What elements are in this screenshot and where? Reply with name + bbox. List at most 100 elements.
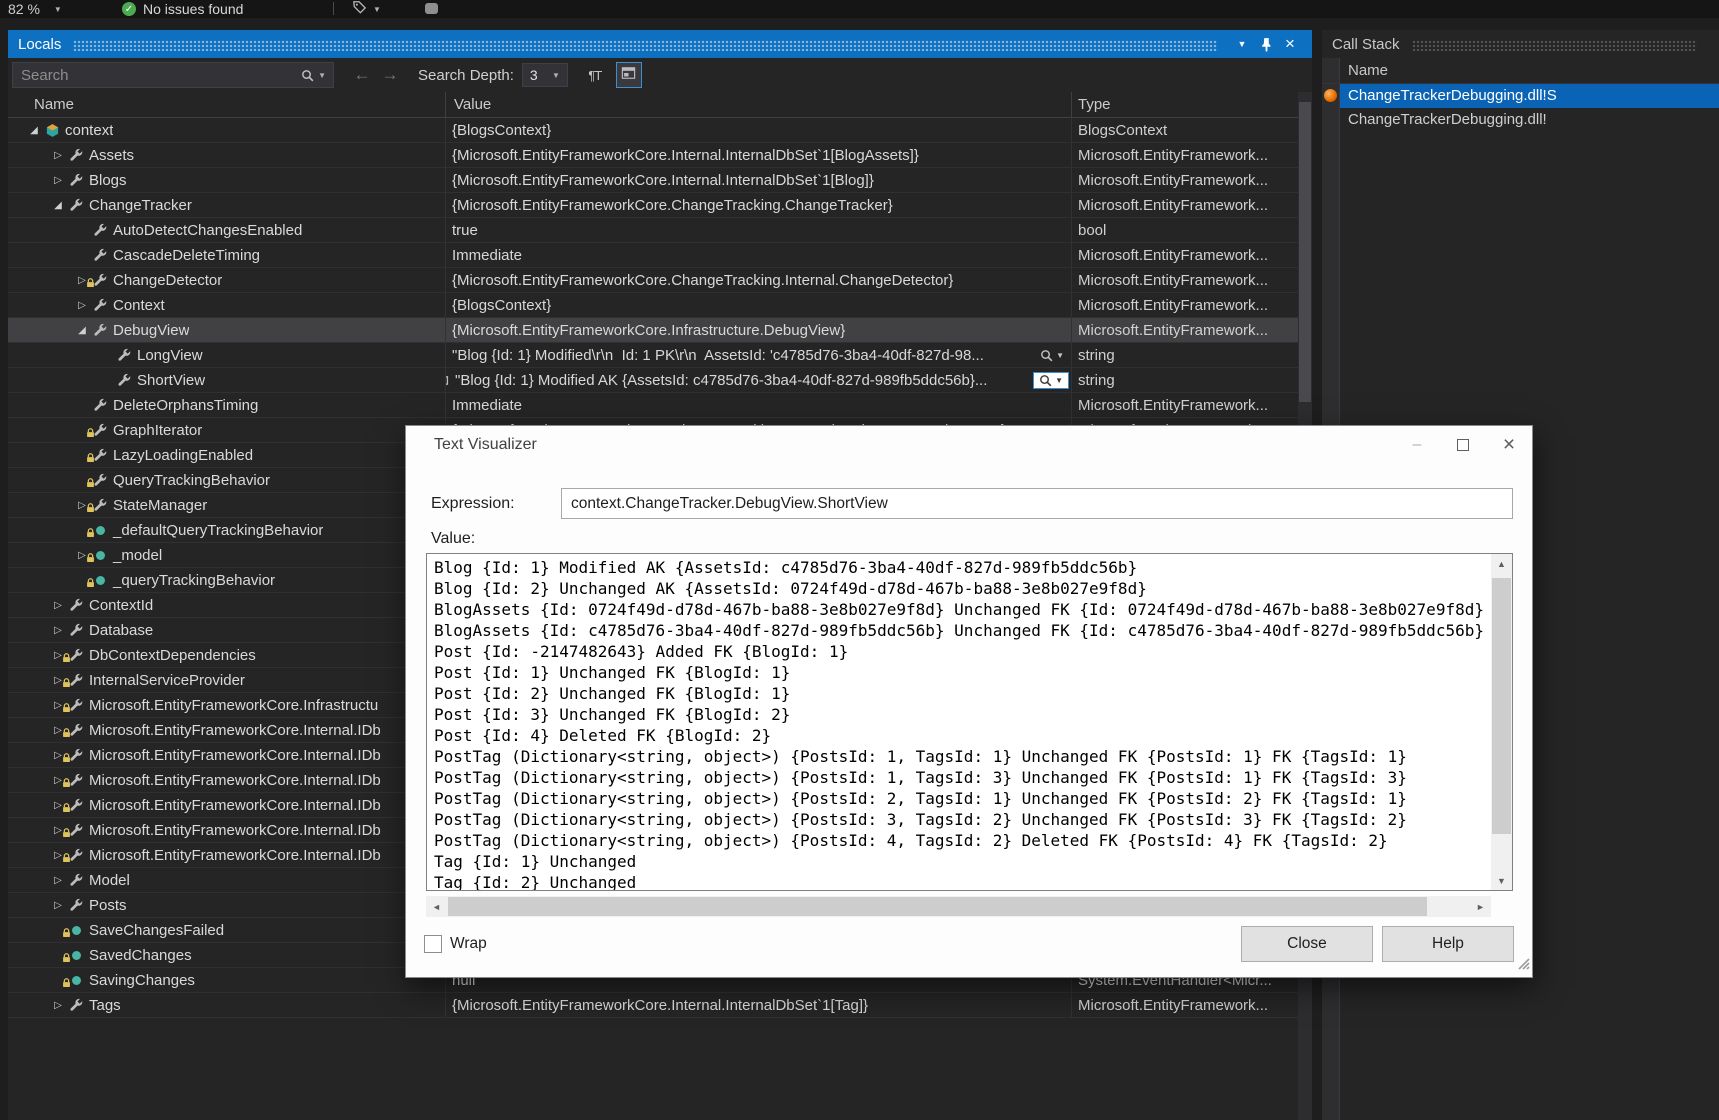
expand-arrow-icon[interactable]: ▷ [50,625,66,636]
expand-arrow-icon[interactable]: ▷ [50,175,66,186]
expand-arrow-icon[interactable]: ▷ [50,150,66,161]
zoom-level-value: 82 % [8,1,40,17]
maximize-button[interactable] [1440,426,1486,463]
callstack-column-header[interactable]: Name [1322,58,1719,84]
dialog-title-bar[interactable]: Text Visualizer [406,426,1532,464]
name-cell: SaveChangesFailed [8,918,446,942]
chevron-down-icon[interactable]: ▼ [1056,351,1064,360]
horizontal-scrollbar[interactable]: ◄ ► [426,896,1491,917]
expand-arrow-icon[interactable]: ▷ [50,1000,66,1011]
variable-type: string [1072,343,1298,367]
expand-arrow-icon[interactable]: ▷ [50,600,66,611]
text-visualizer-button[interactable]: ▼ [1035,348,1069,363]
issues-status[interactable]: ✓ No issues found [122,0,243,18]
locals-row[interactable]: ▷Assets{Microsoft.EntityFrameworkCore.In… [8,143,1298,168]
close-button[interactable]: × [1486,426,1532,463]
resize-grip[interactable] [1516,956,1530,975]
expand-arrow-icon[interactable]: ▷ [74,300,90,311]
visualizer-line: Post {Id: 1} Unchanged FK {BlogId: 1} [434,662,1491,683]
zoom-level-combo[interactable]: 82 % ▼ [8,0,62,18]
expand-arrow-icon[interactable]: ▷ [50,875,66,886]
variable-name: DebugView [110,322,189,339]
search-back-button[interactable]: ← [352,65,372,85]
scroll-left-arrow-icon[interactable]: ◄ [426,896,447,917]
variable-value: {Microsoft.EntityFrameworkCore.ChangeTra… [452,272,953,289]
property-wrench-icon [66,198,86,212]
value-cell: Immediate [446,243,1072,267]
locals-row[interactable]: ◢DebugView{Microsoft.EntityFrameworkCore… [8,318,1298,343]
chevron-down-icon[interactable]: ▼ [1055,376,1063,385]
variable-name: Microsoft.EntityFrameworkCore.Infrastruc… [86,697,378,714]
scrollbar-thumb[interactable] [448,897,1427,916]
tag-filter-button[interactable]: ▼ [352,0,381,18]
wrap-checkbox[interactable] [424,935,442,953]
locals-row[interactable]: ▷Tags{Microsoft.EntityFrameworkCore.Inte… [8,993,1298,1018]
locals-row[interactable]: ◢context{BlogsContext}BlogsContext [8,118,1298,143]
expression-label: Expression: [431,495,515,513]
locals-row[interactable]: ▷ChangeDetector{Microsoft.EntityFramewor… [8,268,1298,293]
locals-row[interactable]: ◢ChangeTracker{Microsoft.EntityFramework… [8,193,1298,218]
name-cell: ▷Context [8,293,446,317]
name-cell: ▷ContextId [8,593,446,617]
locals-row[interactable]: AutoDetectChangesEnabledtruebool [8,218,1298,243]
locals-row[interactable]: LongView"Blog {Id: 1} Modified\r\n Id: 1… [8,343,1298,368]
variable-name: Model [86,872,130,889]
pin-icon[interactable] [1254,33,1278,55]
collapse-arrow-icon[interactable]: ◢ [74,325,90,336]
text-visualizer-button[interactable]: ▼ [1033,372,1069,389]
scrollbar-thumb[interactable] [1299,102,1311,402]
window-position-icon[interactable]: ▼ [1230,33,1254,55]
frame-name: ChangeTrackerDebugging.dll! [1348,111,1547,128]
value-cell: {Microsoft.EntityFrameworkCore.Internal.… [446,168,1072,192]
search-input[interactable] [13,67,301,84]
name-cell: LongView [8,343,446,367]
vertical-scrollbar[interactable]: ▲ ▼ [1491,554,1512,890]
column-header-name[interactable]: Name [8,92,446,117]
visualizer-text[interactable]: Blog {Id: 1} Modified AK {AssetsId: c478… [427,554,1491,890]
locals-row[interactable]: ▷Blogs{Microsoft.EntityFrameworkCore.Int… [8,168,1298,193]
search-icon[interactable] [301,69,314,82]
close-dialog-button[interactable]: Close [1241,926,1373,962]
minimize-button[interactable]: – [1394,426,1440,463]
variable-name: Microsoft.EntityFrameworkCore.Internal.I… [86,722,381,739]
format-values-button[interactable]: ¶T [582,62,608,88]
column-header-value[interactable]: Value [446,92,1072,117]
scroll-up-arrow-icon[interactable]: ▲ [1491,554,1512,573]
expand-arrow-icon[interactable]: ▷ [50,900,66,911]
callstack-frame-row[interactable]: ChangeTrackerDebugging.dll!S [1322,84,1719,108]
scrollbar-thumb[interactable] [1492,578,1511,834]
property-wrench-icon [66,598,86,612]
property-wrench-icon [90,223,110,237]
column-header-type[interactable]: Type [1072,92,1298,117]
pin-value-icon[interactable] [446,375,449,386]
visualizer-line: Blog {Id: 2} Unchanged AK {AssetsId: 072… [434,578,1491,599]
collapse-arrow-icon[interactable]: ◢ [50,200,66,211]
locals-row[interactable]: CascadeDeleteTimingImmediateMicrosoft.En… [8,243,1298,268]
name-cell: ▷Assets [8,143,446,167]
scroll-right-arrow-icon[interactable]: ► [1470,896,1491,917]
visualizer-line: PostTag (Dictionary<string, object>) {Po… [434,788,1491,809]
help-button[interactable]: Help [1382,926,1514,962]
expression-input[interactable] [561,488,1513,519]
variable-type: Microsoft.EntityFramework... [1072,143,1298,167]
property-wrench-icon [66,898,86,912]
variable-name: _defaultQueryTrackingBehavior [110,522,323,539]
callstack-title-bar[interactable]: Call Stack [1322,30,1719,58]
search-forward-button[interactable]: → [380,65,400,85]
scroll-down-arrow-icon[interactable]: ▼ [1491,871,1512,890]
locals-row[interactable]: ▷Context{BlogsContext}Microsoft.EntityFr… [8,293,1298,318]
locals-title-bar[interactable]: Locals ▼ × [8,30,1312,58]
variable-name: ChangeDetector [110,272,222,289]
variable-name: _queryTrackingBehavior [110,572,275,589]
variable-name: Microsoft.EntityFrameworkCore.Internal.I… [86,797,381,814]
locals-row[interactable]: ShortView"Blog {Id: 1} Modified AK {Asse… [8,368,1298,393]
chevron-down-icon[interactable]: ▼ [318,71,326,80]
locals-row[interactable]: DeleteOrphansTimingImmediateMicrosoft.En… [8,393,1298,418]
title-drag-texture [1412,40,1697,51]
visualizer-line: Blog {Id: 1} Modified AK {AssetsId: c478… [434,557,1491,578]
manage-columns-button[interactable] [616,62,642,88]
collapse-arrow-icon[interactable]: ◢ [26,125,42,136]
callstack-frame-row[interactable]: ChangeTrackerDebugging.dll! [1322,108,1719,132]
search-depth-combo[interactable]: 3 ▼ [522,63,568,87]
close-icon[interactable]: × [1278,33,1302,55]
